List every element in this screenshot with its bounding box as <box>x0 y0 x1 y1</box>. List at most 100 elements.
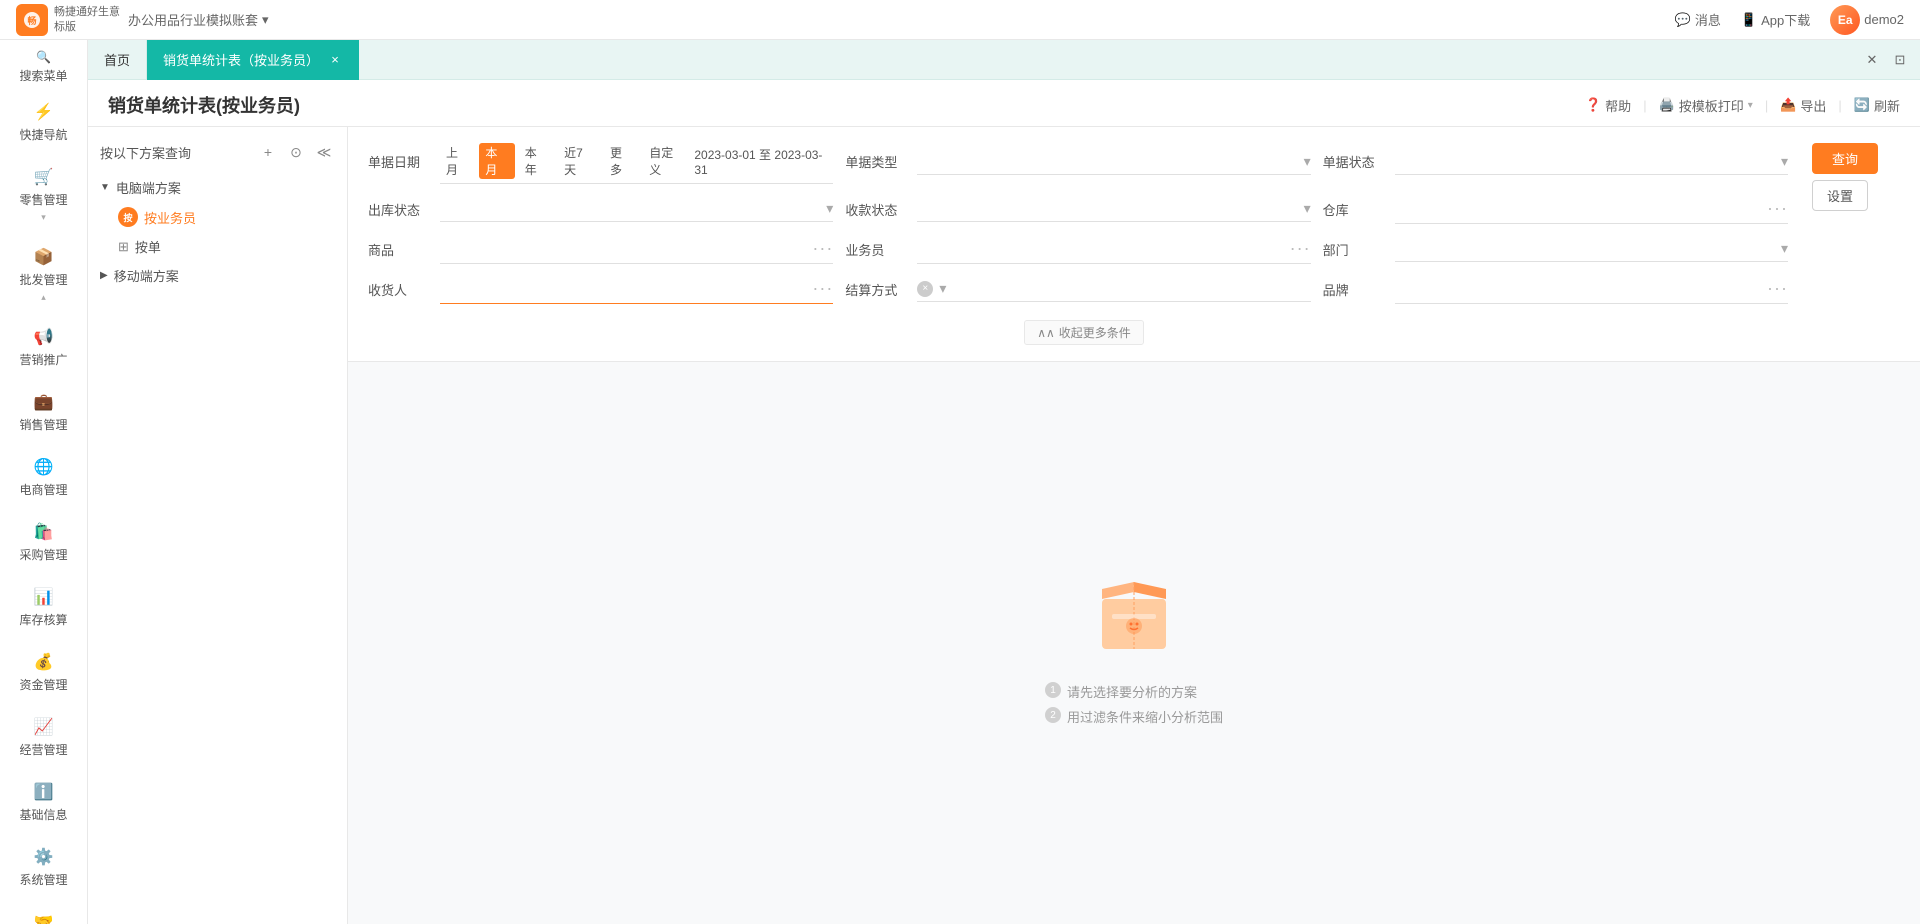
receiver-label: 收货人 <box>368 280 428 299</box>
sidebar-item-basic[interactable]: ℹ️ 基础信息 <box>0 770 87 835</box>
settlement-input[interactable]: × <box>917 276 1310 302</box>
date-tab-more[interactable]: 更多 <box>604 143 639 179</box>
inventory-icon: 📊 <box>34 587 54 607</box>
date-input-area[interactable]: 上月 本月 本年 近7天 更多 自定义 2023-03-01 至 20 <box>440 139 833 184</box>
sidebar-item-quick-nav[interactable]: ⚡ 快捷导航 <box>0 90 87 155</box>
sidebar-item-inventory[interactable]: 📊 库存核算 <box>0 575 87 640</box>
filter-col-salesperson: 业务员 <box>845 234 1322 264</box>
tab-close-all-btn[interactable]: ✕ <box>1860 48 1884 72</box>
message-icon: 💬 <box>1675 12 1691 28</box>
collapse-up-icon: ∧∧ <box>1037 326 1055 340</box>
sidebar-item-search[interactable]: 🔍 搜索菜单 <box>0 40 87 90</box>
page-header: 销货单统计表(按业务员) ❓ 帮助 | 🖨️ 按模板打印 ▾ | 📤 <box>88 80 1920 127</box>
tab-home-label: 首页 <box>104 50 130 69</box>
ecommerce-icon: 🌐 <box>34 457 54 477</box>
content-area: 首页 销货单统计表（按业务员） × ✕ ⊡ 销货单统计表(按业务员) <box>88 40 1920 924</box>
doctype-input[interactable] <box>917 149 1310 175</box>
tree-child-salesperson-label: 按业务员 <box>144 208 196 227</box>
tab-active[interactable]: 销货单统计表（按业务员） × <box>147 40 359 80</box>
doctype-chevron <box>1304 153 1311 170</box>
collapse-conditions-btn[interactable]: ∧∧ 收起更多条件 <box>1024 320 1144 345</box>
help-icon: ❓ <box>1585 97 1601 113</box>
settlement-clear-btn[interactable]: × <box>917 281 933 297</box>
tree-parent-desktop[interactable]: ▼ 电脑端方案 <box>88 173 347 202</box>
empty-line-1: 1 请先选择要分析的方案 <box>1045 682 1223 701</box>
sidebar-item-purchase[interactable]: 🛍️ 采购管理 <box>0 510 87 575</box>
tab-home[interactable]: 首页 <box>88 40 147 80</box>
sidebar-item-sales[interactable]: 💼 销售管理 <box>0 380 87 445</box>
brand-label: 品牌 <box>1323 280 1383 299</box>
collapse-label: 收起更多条件 <box>1059 324 1131 341</box>
app-label: App下载 <box>1761 10 1810 29</box>
filter-row-2: 出库状态 收款状态 <box>368 194 1800 224</box>
date-tab-last-month[interactable]: 上月 <box>440 143 475 179</box>
sidebar-item-system[interactable]: ⚙️ 系统管理 <box>0 835 87 900</box>
filter-col-docstatus: 单据状态 <box>1323 149 1800 175</box>
date-tab-this-month[interactable]: 本月 <box>479 143 514 179</box>
warehouse-label: 仓库 <box>1323 200 1383 219</box>
tree-child-by-order[interactable]: ⊞ 按单 <box>88 232 347 261</box>
purchase-icon: 🛍️ <box>34 522 54 542</box>
sidebar-item-wholesale[interactable]: 📦 批发管理 ▴ <box>0 235 87 315</box>
main-body: 🔍 搜索菜单 ⚡ 快捷导航 🛒 零售管理 ▾ 📦 批发管理 ▴ 📢 营销推广 <box>0 40 1920 924</box>
date-tab-custom[interactable]: 自定义 <box>643 143 690 179</box>
department-input[interactable] <box>1395 236 1788 262</box>
tree-parent-mobile[interactable]: ▶ 移动端方案 <box>88 261 347 290</box>
sidebar-item-cooperation[interactable]: 🤝 企业协同 <box>0 900 87 924</box>
add-scheme-btn[interactable]: + <box>257 141 279 163</box>
logo-icon: 畅 <box>16 4 48 36</box>
filter-col-date: 单据日期 上月 本月 本年 近7天 更多 <box>368 139 845 184</box>
sidebar-item-ecommerce[interactable]: 🌐 电商管理 <box>0 445 87 510</box>
salesperson-input[interactable] <box>917 234 1310 264</box>
goods-input[interactable] <box>440 234 833 264</box>
filter-col-department: 部门 <box>1323 236 1800 262</box>
refresh-label: 刷新 <box>1874 96 1900 115</box>
print-label: 按模板打印 <box>1679 96 1744 115</box>
refresh-btn[interactable]: 🔄 刷新 <box>1854 96 1900 115</box>
empty-num-2: 2 <box>1045 707 1061 723</box>
filter-rows-wrapper: 单据日期 上月 本月 本年 近7天 更多 <box>368 139 1900 349</box>
message-btn[interactable]: 💬 消息 <box>1675 10 1721 29</box>
empty-state: 1 请先选择要分析的方案 2 用过滤条件来缩小分析范围 <box>348 362 1920 924</box>
tree-arrow-right: ▶ <box>100 270 108 281</box>
empty-num-1: 1 <box>1045 682 1061 698</box>
collapse-icon: ≪ <box>317 144 332 161</box>
help-btn[interactable]: ❓ 帮助 <box>1585 96 1631 115</box>
docstatus-chevron <box>1781 153 1788 170</box>
docstatus-input[interactable] <box>1395 149 1788 175</box>
collapse-panel-btn[interactable]: ≪ <box>313 141 335 163</box>
breadcrumb[interactable]: 办公用品行业模拟账套 ▾ <box>128 10 269 29</box>
sidebar-item-marketing[interactable]: 📢 营销推广 <box>0 315 87 380</box>
brand-input[interactable] <box>1395 274 1788 304</box>
export-label: 导出 <box>1800 96 1826 115</box>
sidebar-item-retail[interactable]: 🛒 零售管理 ▾ <box>0 155 87 235</box>
sidebar-item-operations[interactable]: 📈 经营管理 <box>0 705 87 770</box>
chevron-down-icon: ▾ <box>41 212 46 223</box>
docstatus-label: 单据状态 <box>1323 152 1383 171</box>
export-icon: 📤 <box>1780 97 1796 113</box>
edit-scheme-btn[interactable]: ⊙ <box>285 141 307 163</box>
stock-input[interactable] <box>440 196 833 222</box>
left-panel: 按以下方案查询 + ⊙ ≪ <box>88 127 348 924</box>
stock-label: 出库状态 <box>368 200 428 219</box>
payment-input[interactable] <box>917 196 1310 222</box>
warehouse-input[interactable] <box>1395 194 1788 224</box>
user-info[interactable]: Ea demo2 <box>1830 5 1904 35</box>
sidebar-item-finance[interactable]: 💰 资金管理 <box>0 640 87 705</box>
print-btn[interactable]: 🖨️ 按模板打印 ▾ <box>1659 96 1753 115</box>
settlement-label: 结算方式 <box>845 280 905 299</box>
export-btn[interactable]: 📤 导出 <box>1780 96 1826 115</box>
settings-btn[interactable]: 设置 <box>1812 180 1868 211</box>
tree-child-by-salesperson[interactable]: 按 按业务员 <box>88 202 347 232</box>
restore-icon: ⊡ <box>1895 52 1906 68</box>
date-tab-this-year[interactable]: 本年 <box>519 143 554 179</box>
filter-row-1: 单据日期 上月 本月 本年 近7天 更多 <box>368 139 1800 184</box>
receiver-input[interactable] <box>440 274 833 304</box>
query-btn[interactable]: 查询 <box>1812 143 1878 174</box>
top-bar-left: 畅 畅捷通好生意 标版 办公用品行业模拟账套 ▾ <box>16 4 269 36</box>
date-tab-7days[interactable]: 近7天 <box>558 143 600 179</box>
tab-restore-btn[interactable]: ⊡ <box>1888 48 1912 72</box>
tab-close-btn[interactable]: × <box>327 52 343 68</box>
print-icon: 🖨️ <box>1659 97 1675 113</box>
app-download-btn[interactable]: 📱 App下载 <box>1741 10 1810 29</box>
